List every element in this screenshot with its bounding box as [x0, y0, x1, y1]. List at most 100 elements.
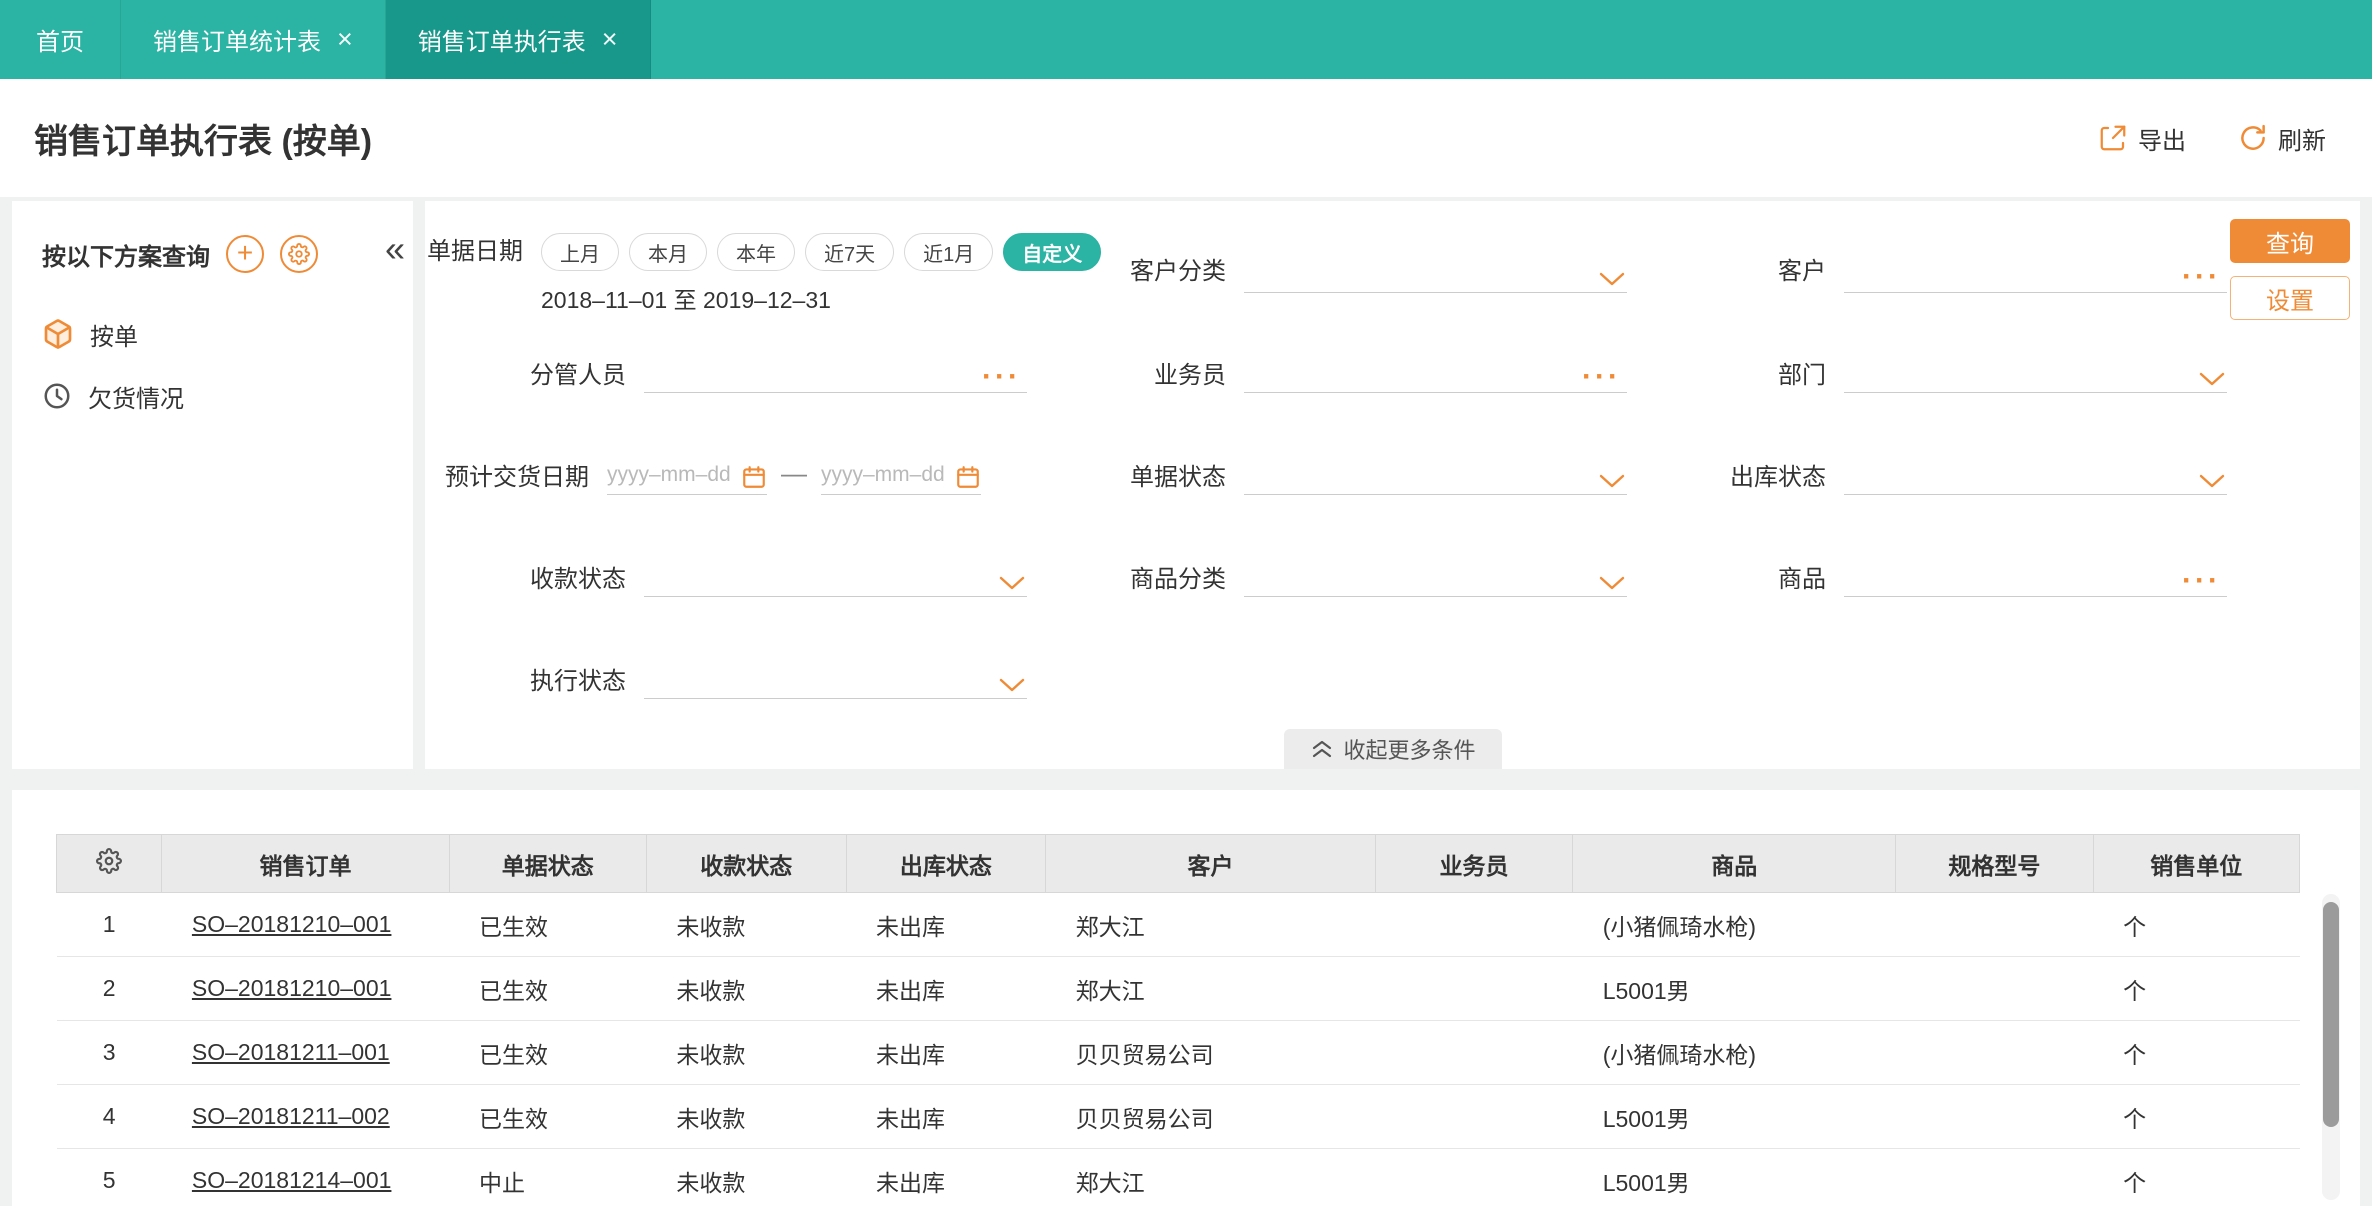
delivery-date-label: 预计交货日期: [445, 463, 589, 491]
order-cell: SO–20181210–001: [161, 892, 449, 957]
order-cell: SO–20181214–001: [161, 1148, 449, 1206]
payment-status-select[interactable]: [644, 555, 1027, 597]
close-icon[interactable]: ×: [602, 26, 618, 53]
payment-status-label: 收款状态: [530, 565, 626, 593]
ellipsis-icon: ···: [982, 360, 1021, 393]
refresh-label: 刷新: [2278, 127, 2326, 155]
unit-cell: 个: [2093, 1020, 2300, 1085]
preset-this-month[interactable]: 本月: [629, 233, 707, 271]
order-link[interactable]: SO–20181210–001: [192, 911, 392, 937]
order-link[interactable]: SO–20181210–001: [192, 975, 392, 1001]
sidebar-item-backorder[interactable]: 欠货情况: [42, 365, 413, 427]
tab-sales-order-execution[interactable]: 销售订单执行表 ×: [385, 0, 651, 79]
query-button[interactable]: 查询: [2230, 219, 2350, 263]
tab-home[interactable]: 首页: [0, 0, 121, 79]
column-header-salesman[interactable]: 业务员: [1375, 834, 1574, 893]
filter-row-5: 执行状态: [425, 627, 2360, 729]
calendar-icon[interactable]: [955, 464, 981, 490]
sidebar-collapse-icon[interactable]: «: [385, 231, 405, 267]
doc-status-cell: 已生效: [449, 892, 647, 957]
column-header-spec[interactable]: 规格型号: [1895, 834, 2094, 893]
product-cell: L5001男: [1572, 956, 1896, 1021]
outbound-status-select[interactable]: [1844, 453, 2227, 495]
sidebar-item-by-order[interactable]: 按单: [42, 303, 413, 365]
preset-last-month[interactable]: 上月: [541, 233, 619, 271]
outbound-status-cell: 未出库: [846, 956, 1046, 1021]
product-cell: L5001男: [1572, 1084, 1896, 1149]
customer-cell: 郑大江: [1045, 892, 1376, 957]
preset-last-1-month[interactable]: 近1月: [904, 233, 994, 271]
ellipsis-icon: ···: [1582, 360, 1621, 393]
tab-sales-order-statistics[interactable]: 销售订单统计表 ×: [121, 0, 386, 79]
sidebar-title: 按以下方案查询: [42, 243, 210, 271]
filter-row-1: 单据日期 上月 本月 本年 近7天 近1月 自定义 2018–11–01 至 2…: [425, 201, 2360, 321]
customer-category-select[interactable]: [1244, 251, 1627, 293]
collapse-more-conditions[interactable]: 收起更多条件: [1283, 729, 1502, 769]
filter-row-3: 预计交货日期 —: [425, 423, 2360, 525]
export-button[interactable]: 导出: [2098, 121, 2186, 156]
column-header-payment-status[interactable]: 收款状态: [646, 834, 847, 893]
salesman-picker[interactable]: ···: [1244, 351, 1627, 393]
scrollbar-thumb[interactable]: [2323, 902, 2339, 1127]
customer-cell: 贝贝贸易公司: [1045, 1020, 1376, 1085]
customer-field: 客户 ···: [1627, 233, 2227, 293]
ellipsis-icon: ···: [2182, 260, 2221, 293]
delivery-date-start: [607, 453, 767, 495]
package-icon: [42, 318, 74, 350]
salesman-cell: [1375, 1084, 1573, 1149]
execution-status-label: 执行状态: [530, 667, 626, 695]
scheme-settings-button[interactable]: [280, 235, 318, 273]
order-cell: SO–20181210–001: [161, 956, 449, 1021]
doc-status-select[interactable]: [1244, 453, 1627, 495]
date-range-value[interactable]: 2018–11–01 至 2019–12–31: [541, 281, 1101, 315]
order-cell: SO–20181211–002: [161, 1084, 449, 1149]
date-presets: 上月 本月 本年 近7天 近1月 自定义: [541, 233, 1102, 271]
doc-date-label: 单据日期: [427, 238, 523, 265]
calendar-icon[interactable]: [741, 464, 767, 490]
product-picker[interactable]: ···: [1844, 555, 2227, 597]
preset-last-7-days[interactable]: 近7天: [805, 233, 895, 271]
chevron-down-icon: [2199, 372, 2225, 386]
order-cell: SO–20181211–001: [161, 1020, 449, 1085]
manager-label: 分管人员: [530, 361, 626, 389]
delivery-date-end: [821, 453, 981, 495]
doc-status-cell: 已生效: [449, 1020, 647, 1085]
execution-status-select[interactable]: [644, 657, 1027, 699]
table-row: 3 SO–20181211–001 已生效 未收款 未出库 贝贝贸易公司 (小猪佩琦水枪) 个: [56, 1020, 2300, 1085]
row-number: 4: [56, 1084, 162, 1149]
vertical-scrollbar[interactable]: [2322, 894, 2340, 1200]
chevron-down-icon: [1599, 474, 1625, 488]
preset-this-year[interactable]: 本年: [717, 233, 795, 271]
spec-cell: [1895, 1020, 2094, 1085]
order-link[interactable]: SO–20181211–002: [192, 1103, 390, 1129]
column-header-doc-status[interactable]: 单据状态: [449, 834, 647, 893]
customer-cell: 贝贝贸易公司: [1045, 1084, 1376, 1149]
column-header-unit[interactable]: 销售单位: [2093, 834, 2301, 893]
refresh-button[interactable]: 刷新: [2238, 121, 2326, 156]
department-select[interactable]: [1844, 351, 2227, 393]
payment-status-cell: 未收款: [646, 1020, 846, 1085]
salesman-field: 业务员 ···: [1027, 351, 1627, 393]
column-header-customer[interactable]: 客户: [1045, 834, 1376, 893]
column-settings-button[interactable]: [55, 834, 163, 893]
table-body: 1 SO–20181210–001 已生效 未收款 未出库 郑大江 (小猪佩琦水枪) 个 2 SO…: [56, 892, 2300, 1206]
manager-picker[interactable]: ···: [644, 351, 1027, 393]
order-link[interactable]: SO–20181211–001: [192, 1039, 390, 1065]
add-scheme-button[interactable]: +: [226, 235, 264, 273]
delivery-date-field: 预计交货日期 —: [427, 453, 1027, 495]
unit-cell: 个: [2093, 1084, 2300, 1149]
unit-cell: 个: [2093, 892, 2300, 957]
column-header-outbound-status[interactable]: 出库状态: [846, 834, 1047, 893]
settings-button[interactable]: 设置: [2230, 276, 2350, 320]
column-header-order[interactable]: 销售订单: [161, 834, 450, 893]
close-icon[interactable]: ×: [337, 26, 353, 53]
order-link[interactable]: SO–20181214–001: [192, 1167, 392, 1193]
product-category-select[interactable]: [1244, 555, 1627, 597]
sidebar-items: 按单 欠货情况: [42, 303, 413, 427]
tab-home-label: 首页: [36, 29, 84, 56]
column-header-product[interactable]: 商品: [1572, 834, 1897, 893]
customer-picker[interactable]: ···: [1844, 251, 2227, 293]
department-field: 部门: [1627, 351, 2227, 393]
customer-label: 客户: [1778, 258, 1826, 285]
customer-cell: 郑大江: [1045, 956, 1376, 1021]
